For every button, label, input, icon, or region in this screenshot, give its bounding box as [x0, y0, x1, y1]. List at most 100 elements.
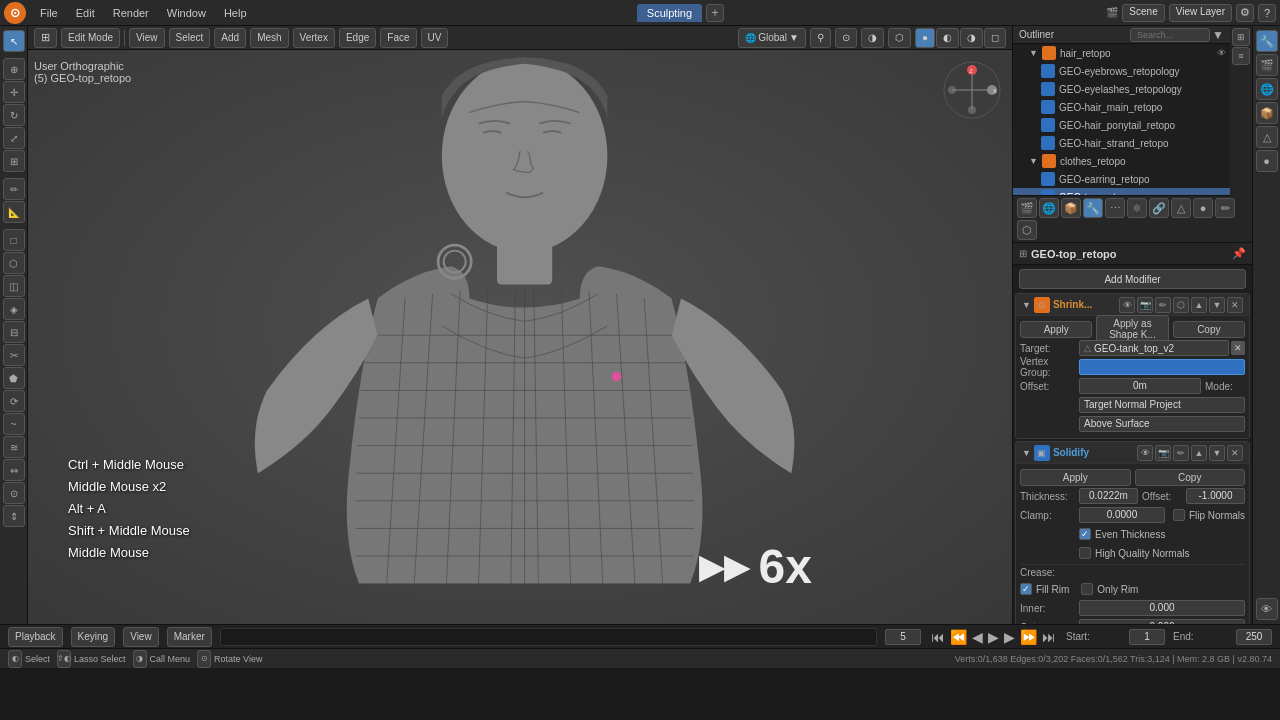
rsb-modifier-btn[interactable]: 🔧: [1256, 30, 1278, 52]
offset-input-sol[interactable]: -1.0000: [1186, 488, 1245, 504]
shrinkwrap-down-btn[interactable]: ▼: [1209, 297, 1225, 313]
modifier-props-btn[interactable]: 🔧: [1083, 198, 1103, 218]
rsb-data-btn[interactable]: △: [1256, 126, 1278, 148]
rendered-btn[interactable]: ◐: [936, 28, 959, 48]
randomize-btn[interactable]: ≋: [3, 436, 25, 458]
outliner-item-geo-top[interactable]: GEO-top_retopo: [1013, 188, 1230, 196]
only-rim-cb[interactable]: [1081, 583, 1093, 595]
rsb-material-btn[interactable]: ●: [1256, 150, 1278, 172]
outliner-item-clothes[interactable]: ▼ clothes_retopo: [1013, 152, 1230, 170]
vertex-menu-btn[interactable]: Vertex: [293, 28, 335, 48]
jump-start-btn[interactable]: ⏮: [929, 629, 947, 645]
marker-menu-btn[interactable]: Marker: [167, 627, 212, 647]
solid-shading-btn[interactable]: ●: [915, 28, 935, 48]
play-btn[interactable]: ▶: [986, 629, 1001, 645]
poly-build-btn[interactable]: ⬟: [3, 367, 25, 389]
solidify-vis-btn[interactable]: 👁: [1137, 445, 1153, 461]
shrinkwrap-up-btn[interactable]: ▲: [1191, 297, 1207, 313]
material-props-btn[interactable]: ●: [1193, 198, 1213, 218]
overlay-btn[interactable]: ◑: [861, 28, 884, 48]
snap-btn[interactable]: ⚲: [810, 28, 831, 48]
object-props-btn[interactable]: 📦: [1061, 198, 1081, 218]
target-clear-btn[interactable]: ✕: [1231, 341, 1245, 355]
shrinkwrap-edit-btn[interactable]: ✏: [1155, 297, 1171, 313]
loop-cut-btn[interactable]: ⊟: [3, 321, 25, 343]
scale-tool-btn[interactable]: ⤢: [3, 127, 25, 149]
global-transform-btn[interactable]: 🌐 Global ▼: [738, 28, 806, 48]
offset-input-sw[interactable]: 0m: [1079, 378, 1201, 394]
menu-window[interactable]: Window: [159, 5, 214, 21]
clamp-input[interactable]: 0.0000: [1079, 507, 1165, 523]
scene-props-btn[interactable]: 🎬: [1017, 198, 1037, 218]
solidify-up-btn[interactable]: ▲: [1191, 445, 1207, 461]
solidify-expand-icon[interactable]: ▼: [1022, 448, 1031, 458]
next-frame-btn[interactable]: ▶: [1002, 629, 1017, 645]
solidify-apply-btn[interactable]: Apply: [1020, 469, 1131, 486]
shrinkwrap-cage-btn[interactable]: ⬡: [1173, 297, 1189, 313]
add-modifier-btn[interactable]: Add Modifier: [1019, 269, 1246, 289]
solidify-icon-btn[interactable]: ▣: [1034, 445, 1050, 461]
editor-type-btn[interactable]: ⊞: [34, 28, 57, 48]
face-menu-btn[interactable]: Face: [380, 28, 416, 48]
add-menu-btn[interactable]: Add: [214, 28, 246, 48]
workspace-sculpting[interactable]: Sculpting: [637, 4, 702, 22]
outliner-icon1[interactable]: ⊞: [1232, 28, 1250, 46]
view-menu-timeline-btn[interactable]: View: [123, 627, 159, 647]
rsb-scene-btn[interactable]: 🎬: [1256, 54, 1278, 76]
outliner-item-hair-retopo[interactable]: ▼ hair_retopo 👁: [1013, 44, 1230, 62]
outer-input[interactable]: 0.000: [1079, 619, 1245, 624]
knife-btn[interactable]: ✂: [3, 344, 25, 366]
select-menu-btn[interactable]: Select: [169, 28, 211, 48]
material-btn[interactable]: ◑: [960, 28, 983, 48]
shrinkwrap-apply-btn[interactable]: Apply: [1020, 321, 1092, 338]
shrink-fatten-btn[interactable]: ⊙: [3, 482, 25, 504]
bevel-btn[interactable]: ◈: [3, 298, 25, 320]
rsb-world-btn[interactable]: 🌐: [1256, 78, 1278, 100]
constraints-props-btn[interactable]: 🔗: [1149, 198, 1169, 218]
outliner-search[interactable]: [1130, 28, 1210, 42]
mode-btn[interactable]: Edit Mode: [61, 28, 120, 48]
object-pin-btn[interactable]: 📌: [1232, 247, 1246, 260]
select-tool-btn[interactable]: ↖: [3, 30, 25, 52]
rsb-object-btn[interactable]: 📦: [1256, 102, 1278, 124]
menu-render[interactable]: Render: [105, 5, 157, 21]
even-thickness-cb[interactable]: [1079, 528, 1091, 540]
playback-menu-btn[interactable]: Playback: [8, 627, 63, 647]
edit-btn[interactable]: ✏: [1215, 198, 1235, 218]
rotate-tool-btn[interactable]: ↻: [3, 104, 25, 126]
proportional-btn[interactable]: ⊙: [835, 28, 857, 48]
navigation-gizmo[interactable]: Z X: [942, 60, 1002, 120]
extrude-btn[interactable]: ⬡: [3, 252, 25, 274]
timeline-scrubber[interactable]: [220, 628, 877, 646]
outliner-item-eyelashes[interactable]: GEO-eyelashes_retopology: [1013, 80, 1230, 98]
outliner-item-eyebrows[interactable]: GEO-eyebrows_retopology: [1013, 62, 1230, 80]
mesh-menu-btn[interactable]: Mesh: [250, 28, 288, 48]
menu-help[interactable]: Help: [216, 5, 255, 21]
xray-btn[interactable]: ⬡: [888, 28, 911, 48]
shrinkwrap-copy-btn[interactable]: Copy: [1173, 321, 1245, 338]
menu-edit[interactable]: Edit: [68, 5, 103, 21]
eye-icon-hair[interactable]: 👁: [1217, 48, 1226, 58]
thickness-input[interactable]: 0.0222m: [1079, 488, 1138, 504]
measure-tool-btn[interactable]: 📐: [3, 201, 25, 223]
outliner-item-earring[interactable]: GEO-earring_retopo: [1013, 170, 1230, 188]
view-layer-input[interactable]: View Layer: [1169, 4, 1232, 22]
solidify-render-btn[interactable]: 📷: [1155, 445, 1171, 461]
end-frame-input[interactable]: 250: [1236, 629, 1272, 645]
move-tool-btn[interactable]: ✛: [3, 81, 25, 103]
shrinkwrap-icon-btn[interactable]: ⊙: [1034, 297, 1050, 313]
target-input[interactable]: △ GEO-tank_top_v2: [1079, 340, 1229, 356]
shrinkwrap-render-btn[interactable]: 📷: [1137, 297, 1153, 313]
outliner-icon2[interactable]: ≡: [1232, 47, 1250, 65]
outliner-item-ponytail[interactable]: GEO-hair_ponytail_retopo: [1013, 116, 1230, 134]
solidify-close-btn[interactable]: ✕: [1227, 445, 1243, 461]
preferences-btn[interactable]: ⚙: [1236, 4, 1254, 22]
viewport-3d[interactable]: ⊞ Edit Mode View Select Add Mesh Vertex …: [28, 26, 1012, 624]
prev-keyframe-btn[interactable]: ⏪: [948, 629, 969, 645]
next-keyframe-btn[interactable]: ⏩: [1018, 629, 1039, 645]
mode-value-sw[interactable]: Target Normal Project: [1079, 397, 1245, 413]
world-props-btn[interactable]: 🌐: [1039, 198, 1059, 218]
jump-end-btn[interactable]: ⏭: [1040, 629, 1058, 645]
prev-frame-btn[interactable]: ◀: [970, 629, 985, 645]
expand-props-btn[interactable]: ⬡: [1017, 220, 1037, 240]
